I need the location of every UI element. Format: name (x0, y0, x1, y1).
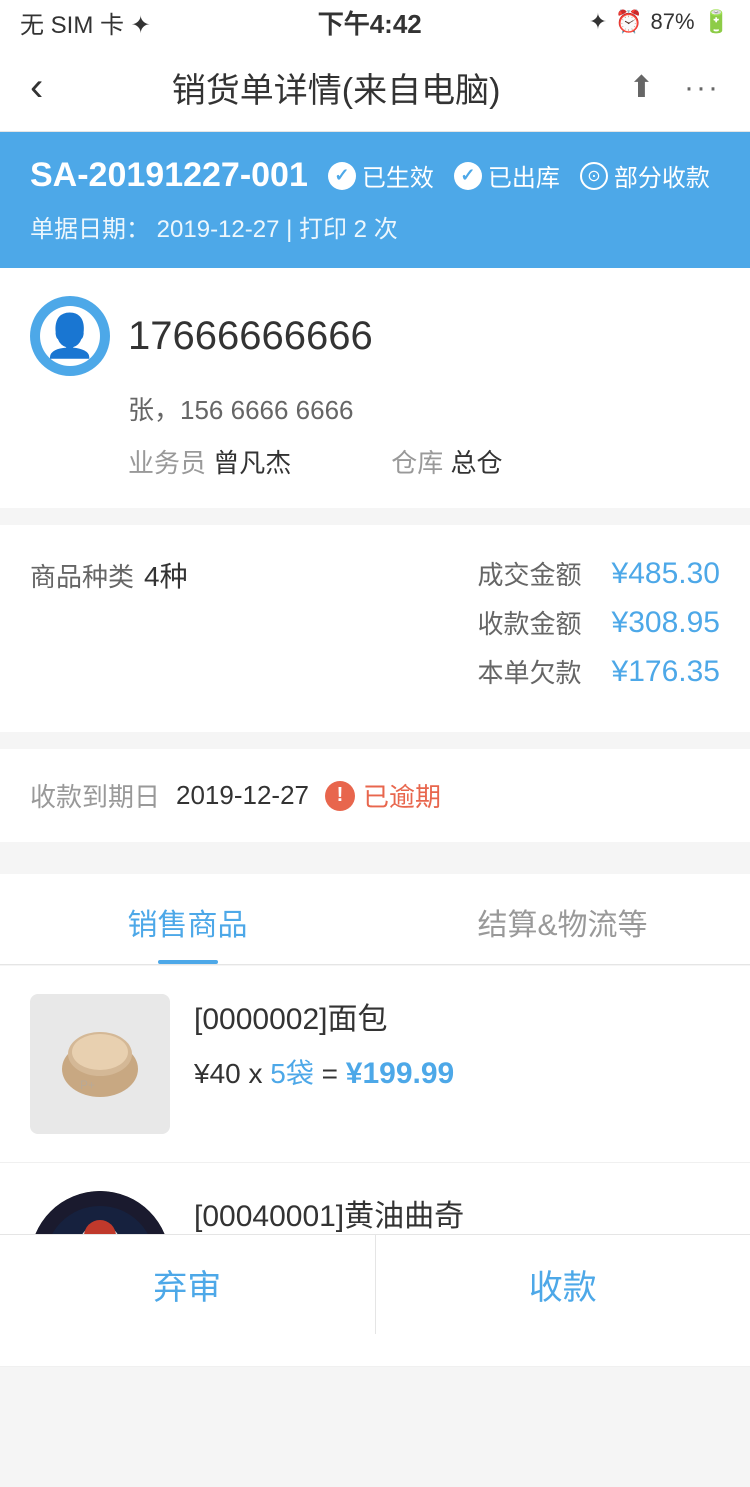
warehouse-label: 仓库 (391, 448, 443, 478)
location-icon: ✦ (589, 9, 607, 35)
customer-phone: 17666666666 (128, 314, 373, 359)
bread-price-base: ¥40 (194, 1058, 241, 1089)
status-partial-payment: ⊙ 部分收款 (580, 158, 710, 193)
order-id: SA-20191227-001 (30, 156, 308, 195)
product-image-bread: P+ (30, 994, 170, 1134)
print-info: | 打印 2 次 (286, 216, 398, 243)
customer-name-phone: 张，156 6666 6666 (128, 390, 720, 427)
collect-payment-button[interactable]: 收款 (376, 1235, 750, 1334)
overdue-icon: ! (325, 781, 355, 811)
sales-info: 业务员 曾凡杰 (128, 443, 291, 480)
tab-sales-products[interactable]: 销售商品 (0, 874, 375, 964)
page-title: 销货单详情(来自电脑) (172, 63, 501, 112)
product-price-bread: ¥40 x 5袋 = ¥199.99 (194, 1052, 720, 1092)
bread-svg: P+ (50, 1014, 150, 1114)
avatar: 👤 (30, 296, 110, 376)
nav-bar: ‹ 销货单详情(来自电脑) ⬆ ··· (0, 44, 750, 132)
status-label-1: 已生效 (362, 158, 434, 193)
nav-icons: ⬆ ··· (629, 70, 720, 105)
warehouse-name: 总仓 (451, 448, 503, 478)
product-name-cookie: [00040001]黄油曲奇 (194, 1191, 720, 1235)
check-icon-2: ✓ (454, 162, 482, 190)
sales-label: 业务员 (128, 448, 206, 478)
product-info-bread: [0000002]面包 ¥40 x 5袋 = ¥199.99 (194, 994, 720, 1092)
received-label: 收款金额 (478, 604, 582, 641)
overdue-label: 已逾期 (363, 777, 441, 814)
goods-type-value: 4种 (144, 555, 188, 595)
received-value: ¥308.95 (612, 606, 720, 640)
tab-settlement[interactable]: 结算&物流等 (375, 874, 750, 964)
customer-section: 👤 17666666666 张，156 6666 6666 业务员 曾凡杰 仓库… (0, 268, 750, 508)
customer-meta: 业务员 曾凡杰 仓库 总仓 (128, 443, 720, 480)
person-icon: 👤 (44, 312, 96, 361)
amount-row: 成交金额 ¥485.30 (478, 555, 720, 592)
cancel-review-button[interactable]: 弃审 (0, 1235, 376, 1334)
bread-price-sep1: x (249, 1058, 271, 1089)
bread-price-total: ¥199.99 (346, 1057, 454, 1090)
status-left: 无 SIM 卡 ✦ (20, 5, 151, 40)
status-time: 下午4:42 (318, 4, 422, 41)
battery-icon: 🔋 (703, 9, 730, 35)
more-icon[interactable]: ··· (684, 71, 720, 105)
sim-status: 无 SIM 卡 ✦ (20, 5, 151, 40)
goods-type-row: 商品种类 4种 (30, 555, 188, 595)
clock-icon: ⊙ (580, 162, 608, 190)
amount-value: ¥485.30 (612, 557, 720, 591)
sales-name: 曾凡杰 (213, 448, 291, 478)
bottom-bar: 弃审 收款 (0, 1234, 750, 1334)
product-name-bread: [0000002]面包 (194, 994, 720, 1038)
order-date: 2019-12-27 (157, 216, 280, 243)
bread-price-qty: 5袋 (270, 1058, 314, 1089)
share-icon[interactable]: ⬆ (629, 70, 654, 105)
divider-1 (0, 509, 750, 525)
bottom-spacer (0, 1367, 750, 1487)
tab-settlement-label: 结算&物流等 (477, 909, 647, 942)
svg-text:P+: P+ (80, 1078, 95, 1092)
customer-row: 👤 17666666666 (30, 296, 720, 376)
bread-price-sep2: = (322, 1058, 346, 1089)
status-label-3: 部分收款 (614, 158, 710, 193)
divider-2 (0, 733, 750, 749)
due-label: 收款到期日 (30, 777, 160, 814)
header-date-info: 单据日期： 2019-12-27 | 打印 2 次 (30, 209, 720, 244)
tabs-section: 销售商品 结算&物流等 (0, 874, 750, 965)
header-top: SA-20191227-001 ✓ 已生效 ✓ 已出库 ⊙ 部分收款 (30, 156, 720, 195)
product-item-bread: P+ [0000002]面包 ¥40 x 5袋 = ¥199.99 (0, 966, 750, 1163)
due-date-section: 收款到期日 2019-12-27 ! 已逾期 (0, 749, 750, 842)
debt-value: ¥176.35 (612, 655, 720, 689)
stats-section: 商品种类 4种 成交金额 ¥485.30 收款金额 ¥308.95 本单欠款 ¥… (0, 525, 750, 732)
status-label-2: 已出库 (488, 158, 560, 193)
amount-label: 成交金额 (478, 555, 582, 592)
stats-left: 商品种类 4种 (30, 555, 188, 607)
received-row: 收款金额 ¥308.95 (478, 604, 720, 641)
debt-row: 本单欠款 ¥176.35 (478, 653, 720, 690)
check-icon-1: ✓ (328, 162, 356, 190)
battery-level: 87% (651, 9, 695, 35)
divider-3 (0, 858, 750, 874)
stats-right: 成交金额 ¥485.30 收款金额 ¥308.95 本单欠款 ¥176.35 (478, 555, 720, 702)
status-effective: ✓ 已生效 (328, 158, 434, 193)
status-bar: 无 SIM 卡 ✦ 下午4:42 ✦ ⏰ 87% 🔋 (0, 0, 750, 44)
goods-type-label: 商品种类 (30, 557, 134, 594)
alarm-icon: ⏰ (615, 9, 642, 35)
overdue-badge: ! 已逾期 (325, 777, 441, 814)
status-shipped: ✓ 已出库 (454, 158, 560, 193)
due-date-value: 2019-12-27 (176, 780, 309, 811)
order-header: SA-20191227-001 ✓ 已生效 ✓ 已出库 ⊙ 部分收款 单据日期：… (0, 132, 750, 268)
cancel-label: 弃审 (153, 1260, 221, 1309)
back-button[interactable]: ‹ (30, 65, 43, 110)
debt-label: 本单欠款 (478, 653, 582, 690)
warehouse-info: 仓库 总仓 (391, 443, 502, 480)
tab-sales-label: 销售商品 (128, 909, 248, 942)
status-right: ✦ ⏰ 87% 🔋 (589, 9, 730, 35)
avatar-inner: 👤 (40, 306, 100, 366)
confirm-label: 收款 (529, 1260, 597, 1309)
date-label: 单据日期： (30, 216, 150, 243)
